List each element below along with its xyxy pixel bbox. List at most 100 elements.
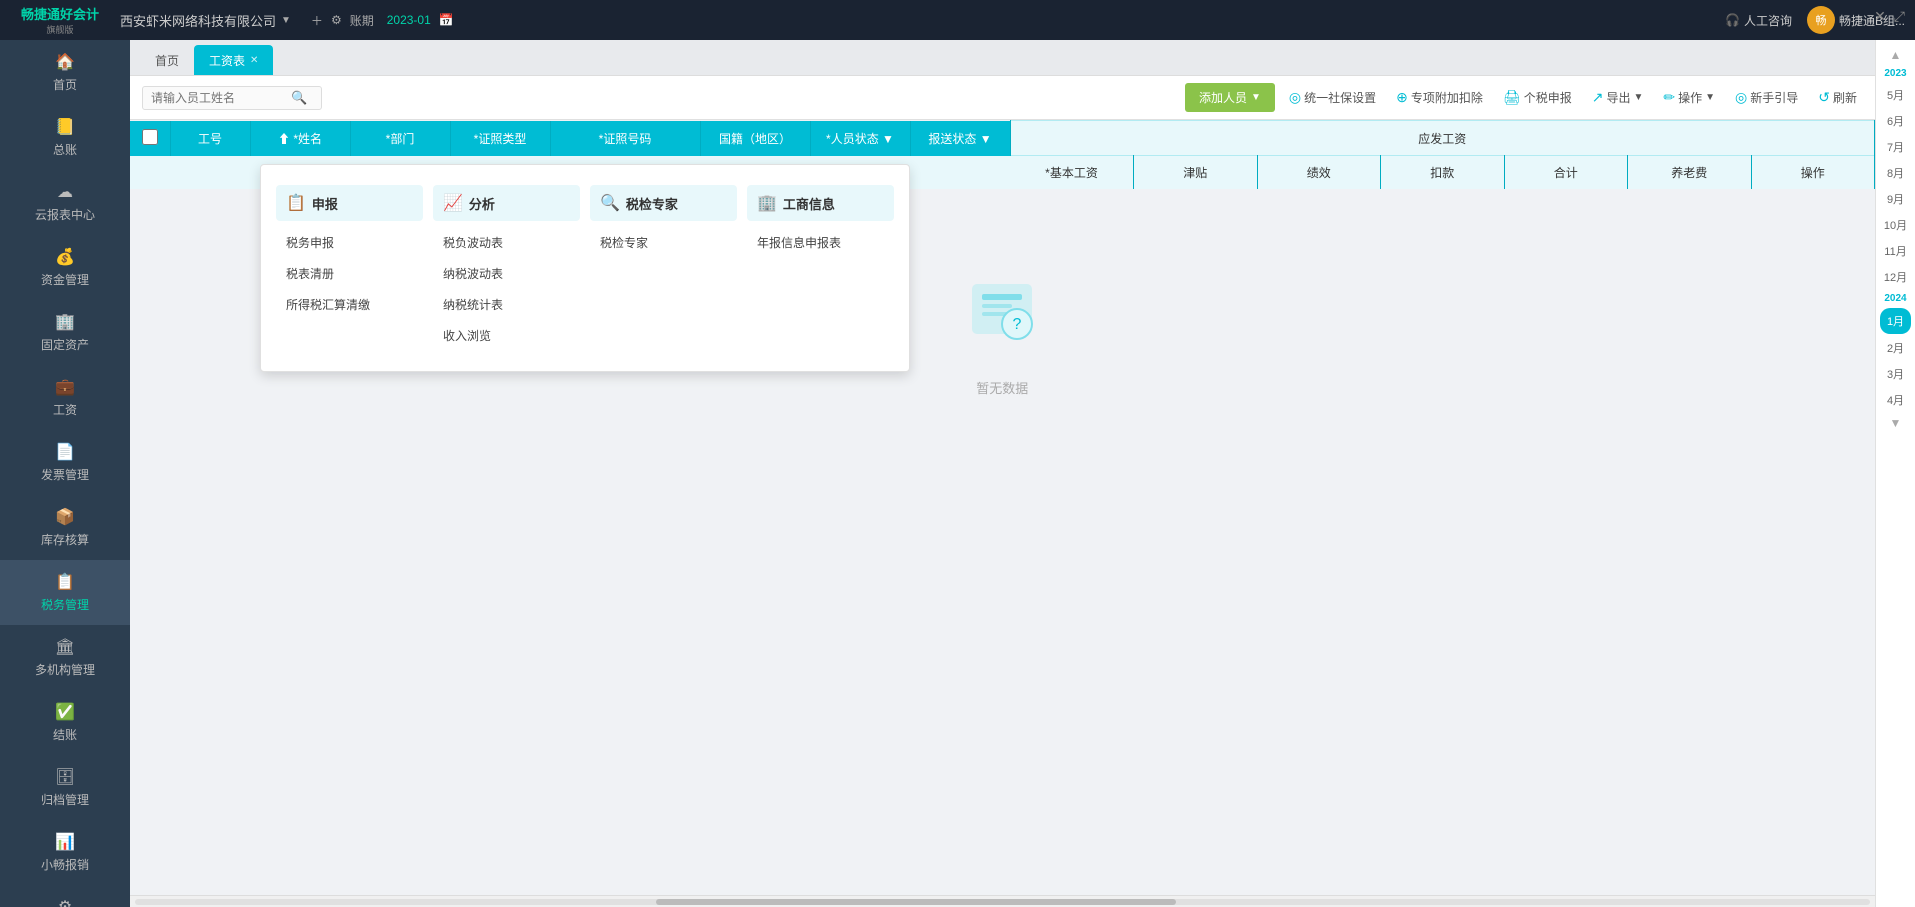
tab-home-label: 首页	[155, 52, 179, 69]
item-tax-burden[interactable]: 税负波动表	[433, 227, 580, 258]
company-selector[interactable]: 西安虾米网络科技有限公司 ▼	[120, 11, 296, 30]
business-icon: 🏢	[757, 193, 777, 213]
sidebar-label-cloud: 云报表中心	[35, 206, 95, 223]
special-label: 专项附加扣除	[1411, 89, 1483, 106]
sidebar-item-inventory[interactable]: 📦 库存核算	[0, 495, 130, 560]
item-income-browse[interactable]: 收入浏览	[433, 320, 580, 351]
sidebar-item-report[interactable]: 📊 小畅报销	[0, 820, 130, 885]
sidebar-item-settle[interactable]: ✅ 结账	[0, 690, 130, 755]
search-wrap[interactable]: 🔍	[142, 86, 322, 110]
month-12[interactable]: 12月	[1876, 264, 1915, 290]
sidebar-item-asset[interactable]: 🏢 固定资产	[0, 300, 130, 365]
item-tax-fluctuation[interactable]: 纳税波动表	[433, 258, 580, 289]
month-5[interactable]: 5月	[1876, 82, 1915, 108]
archive-icon: 🗄	[55, 767, 75, 787]
sidebar-item-ledger[interactable]: 📒 总账	[0, 105, 130, 170]
th-sendstatus[interactable]: 报送状态 ▼	[910, 121, 1010, 156]
service-button[interactable]: 🎧 人工咨询	[1725, 12, 1792, 29]
add-company-button[interactable]: ＋	[311, 12, 323, 29]
month-3[interactable]: 3月	[1876, 361, 1915, 387]
month-6[interactable]: 6月	[1876, 108, 1915, 134]
sidebar-label-settle: 结账	[53, 726, 77, 743]
add-person-button[interactable]: 添加人员 ▼	[1185, 83, 1275, 112]
sidebar-label-ledger: 总账	[53, 141, 77, 158]
newguide-button[interactable]: ◎ 新手引导	[1729, 85, 1804, 110]
month-7[interactable]: 7月	[1876, 134, 1915, 160]
close-window-button[interactable]: ✕	[1874, 8, 1886, 25]
horizontal-scrollbar[interactable]	[130, 895, 1875, 907]
fund-icon: 💰	[55, 247, 75, 267]
salary-icon: 💼	[55, 377, 75, 397]
section-business: 🏢 工商信息 年报信息申报表	[747, 185, 894, 351]
sidebar-item-cloud[interactable]: ☁ 云报表中心	[0, 170, 130, 235]
th-deduction: 扣款	[1381, 156, 1505, 190]
inventory-icon: 📦	[55, 507, 75, 527]
tab-salary[interactable]: 工资表 ✕	[194, 45, 273, 75]
right-panel: ▲ 2023 5月 6月 7月 8月 9月 10月 11月 12月 2024 1…	[1875, 40, 1915, 907]
item-expert[interactable]: 税检专家	[590, 227, 737, 258]
panel-down-arrow[interactable]: ▼	[1887, 413, 1905, 433]
export-button[interactable]: ↗ 导出 ▼	[1586, 85, 1650, 110]
month-11[interactable]: 11月	[1876, 238, 1915, 264]
scroll-track[interactable]	[135, 899, 1870, 905]
period-value: 2023-01	[387, 13, 431, 27]
sidebar-label-report: 小畅报销	[41, 856, 89, 873]
empty-icon: ?	[962, 269, 1042, 368]
top-bar-actions: ＋ ⚙ 账期 2023-01 📅	[311, 12, 454, 29]
item-tax-declare[interactable]: 税务申报	[276, 227, 423, 258]
sidebar-item-home[interactable]: 🏠 首页	[0, 40, 130, 105]
settings-icon[interactable]: ⚙	[331, 13, 342, 27]
itax-button[interactable]: 🖨 个税申报	[1497, 85, 1578, 110]
cloud-icon: ☁	[57, 182, 73, 202]
window-controls: ✕ ⤢	[1864, 0, 1915, 33]
item-tax-stats[interactable]: 纳税统计表	[433, 289, 580, 320]
calendar-icon[interactable]: 📅	[439, 13, 454, 27]
sidebar-label-salary: 工资	[53, 401, 77, 418]
item-income-tax[interactable]: 所得税汇算清缴	[276, 289, 423, 320]
sidebar-item-multi[interactable]: 🏛 多机构管理	[0, 625, 130, 690]
sidebar-label-asset: 固定资产	[41, 336, 89, 353]
tab-salary-close[interactable]: ✕	[250, 55, 258, 66]
sidebar-item-settings[interactable]: ⚙ 基础设置	[0, 885, 130, 907]
th-idtype: *证照类型	[450, 121, 550, 156]
social-insurance-button[interactable]: ◎ 统一社保设置	[1283, 85, 1382, 110]
month-10[interactable]: 10月	[1876, 212, 1915, 238]
logo-sub: 旗舰版	[46, 23, 73, 36]
sidebar-item-invoice[interactable]: 📄 发票管理	[0, 430, 130, 495]
th-name[interactable]: ⬆ *姓名	[250, 121, 350, 156]
social-icon: ◎	[1289, 89, 1301, 106]
month-4[interactable]: 4月	[1876, 387, 1915, 413]
fullscreen-button[interactable]: ⤢	[1894, 8, 1905, 25]
panel-up-arrow[interactable]: ▲	[1887, 45, 1905, 65]
th-checkbox[interactable]	[130, 121, 170, 156]
operate-label: 操作	[1678, 89, 1702, 106]
multi-icon: 🏛	[55, 637, 75, 657]
month-1[interactable]: 1月	[1880, 308, 1911, 334]
sidebar-label-inventory: 库存核算	[41, 531, 89, 548]
sidebar-item-archive[interactable]: 🗄 归档管理	[0, 755, 130, 820]
tax-dropdown-menu: 📋 申报 税务申报 税表清册 所得税汇算清缴 📈 分析 税负波动表	[260, 164, 910, 372]
month-2[interactable]: 2月	[1876, 335, 1915, 361]
svg-text:?: ?	[1013, 316, 1022, 333]
sidebar-item-salary[interactable]: 💼 工资	[0, 365, 130, 430]
company-dropdown-arrow[interactable]: ▼	[281, 15, 291, 26]
year-2023-label: 2023	[1882, 65, 1908, 82]
sidebar-item-tax[interactable]: 📋 税务管理	[0, 560, 130, 625]
month-9[interactable]: 9月	[1876, 186, 1915, 212]
th-status[interactable]: *人员状态 ▼	[810, 121, 910, 156]
add-person-label: 添加人员	[1199, 89, 1247, 106]
select-all-checkbox[interactable]	[142, 129, 158, 145]
operate-button[interactable]: ✏ 操作 ▼	[1657, 85, 1721, 110]
sidebar-item-fund[interactable]: 💰 资金管理	[0, 235, 130, 300]
month-8[interactable]: 8月	[1876, 160, 1915, 186]
tab-home[interactable]: 首页	[140, 45, 194, 75]
refresh-button[interactable]: ↺ 刷新	[1812, 85, 1863, 110]
item-tax-form[interactable]: 税表清册	[276, 258, 423, 289]
section-analysis-title: 分析	[469, 194, 495, 213]
scroll-thumb[interactable]	[656, 899, 1177, 905]
operate-icon: ✏	[1663, 89, 1675, 106]
special-deduction-button[interactable]: ⊕ 专项附加扣除	[1390, 85, 1489, 110]
item-annual-report[interactable]: 年报信息申报表	[747, 227, 894, 258]
section-taxexpert-title: 税检专家	[626, 194, 678, 213]
search-input[interactable]	[151, 91, 291, 105]
